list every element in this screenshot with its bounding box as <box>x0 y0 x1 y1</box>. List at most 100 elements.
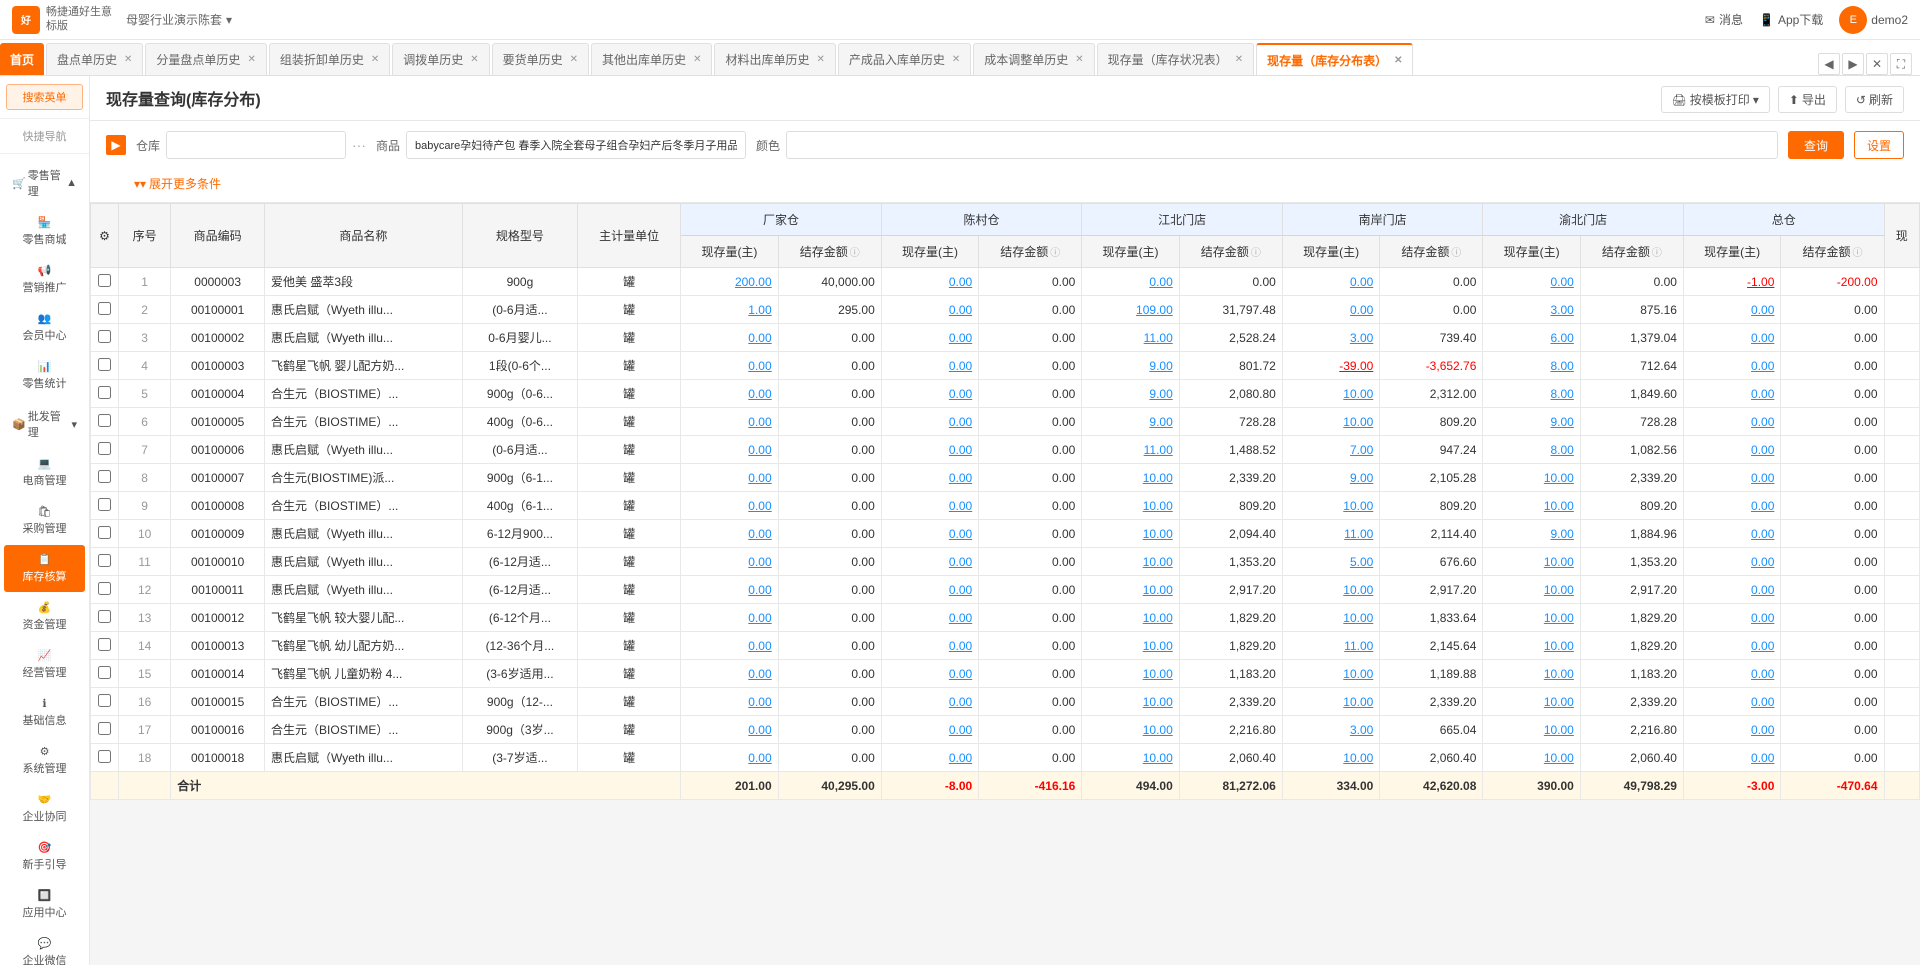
table-wrapper[interactable]: ⚙ 序号 商品编码 商品名称 规格型号 主计量单位 厂家仓 陈村仓 江北门店 南… <box>90 203 1920 800</box>
goods-input[interactable] <box>406 131 746 159</box>
search-english-btn[interactable]: 搜索英单 <box>6 84 83 110</box>
cell-chencu-qty[interactable]: 0.00 <box>881 744 978 772</box>
cell-chencu-qty[interactable]: 0.00 <box>881 268 978 296</box>
cell-nanan-qty[interactable]: -39.00 <box>1282 352 1379 380</box>
cell-changjia-qty[interactable]: 0.00 <box>681 436 778 464</box>
cell-check[interactable] <box>91 548 119 576</box>
cell-nanan-qty[interactable]: 3.00 <box>1282 324 1379 352</box>
collapse-arrow[interactable]: ▶ <box>106 135 126 155</box>
cell-changjia-qty[interactable]: 0.00 <box>681 464 778 492</box>
cell-yubei-qty[interactable]: 10.00 <box>1483 744 1580 772</box>
cell-chencu-qty[interactable]: 0.00 <box>881 324 978 352</box>
cell-yubei-qty[interactable]: 9.00 <box>1483 408 1580 436</box>
cell-nanan-qty[interactable]: 0.00 <box>1282 296 1379 324</box>
cell-check[interactable] <box>91 632 119 660</box>
sidebar-item-basic-info[interactable]: ℹ基础信息 <box>4 689 85 736</box>
sidebar-item-weixin[interactable]: 💬企业微信 <box>4 929 85 965</box>
cell-chencu-qty[interactable]: 0.00 <box>881 688 978 716</box>
tab-fenpandian[interactable]: 分量盘点单历史 ✕ <box>145 43 266 75</box>
cell-zongcang-qty[interactable]: 0.00 <box>1683 520 1780 548</box>
tab-home[interactable]: 首页 <box>0 43 44 75</box>
tab-pandian[interactable]: 盘点单历史 ✕ <box>46 43 143 75</box>
cell-zongcang-qty[interactable]: 0.00 <box>1683 548 1780 576</box>
cell-check[interactable] <box>91 716 119 744</box>
cell-changjia-qty[interactable]: 0.00 <box>681 576 778 604</box>
info-icon[interactable]: ⓘ <box>850 248 860 259</box>
cell-chencu-qty[interactable]: 0.00 <box>881 604 978 632</box>
cell-yubei-qty[interactable]: 6.00 <box>1483 324 1580 352</box>
cell-zongcang-qty[interactable]: 0.00 <box>1683 660 1780 688</box>
cell-check[interactable] <box>91 576 119 604</box>
tab-close-icon[interactable]: ✕ <box>247 54 255 65</box>
tab-chanchengru[interactable]: 产成品入库单历史 ✕ <box>838 43 971 75</box>
sidebar-item-inventory[interactable]: 📋库存核算 <box>4 545 85 592</box>
cell-jiangbei-qty[interactable]: 10.00 <box>1082 688 1179 716</box>
cell-check[interactable] <box>91 744 119 772</box>
settings-btn[interactable]: 设置 <box>1854 131 1904 159</box>
tab-close-icon[interactable]: ✕ <box>570 54 578 65</box>
export-btn[interactable]: ⬆ 导出 <box>1778 86 1837 113</box>
query-btn[interactable]: 查询 <box>1788 131 1844 159</box>
cell-zongcang-qty[interactable]: 0.00 <box>1683 324 1780 352</box>
sidebar-item-retail-stats[interactable]: 📊零售统计 <box>4 352 85 399</box>
cell-nanan-qty[interactable]: 9.00 <box>1282 464 1379 492</box>
cell-jiangbei-qty[interactable]: 11.00 <box>1082 436 1179 464</box>
cell-nanan-qty[interactable]: 11.00 <box>1282 520 1379 548</box>
cell-zongcang-qty[interactable]: 0.00 <box>1683 576 1780 604</box>
sidebar-item-operation[interactable]: 📈经营管理 <box>4 641 85 688</box>
cell-chencu-qty[interactable]: 0.00 <box>881 408 978 436</box>
cell-zongcang-qty[interactable]: 0.00 <box>1683 744 1780 772</box>
info-icon[interactable]: ⓘ <box>1451 248 1461 259</box>
cell-check[interactable] <box>91 604 119 632</box>
cell-changjia-qty[interactable]: 0.00 <box>681 548 778 576</box>
cell-changjia-qty[interactable]: 0.00 <box>681 492 778 520</box>
tab-close-icon[interactable]: ✕ <box>816 54 824 65</box>
info-icon[interactable]: ⓘ <box>1050 248 1060 259</box>
sidebar-item-member[interactable]: 👥会员中心 <box>4 304 85 351</box>
cell-jiangbei-qty[interactable]: 10.00 <box>1082 492 1179 520</box>
col-settings-header[interactable]: ⚙ <box>91 204 119 268</box>
tab-close-icon[interactable]: ✕ <box>1394 55 1402 66</box>
sidebar-item-retail-mgmt[interactable]: 🛒零售管理▲ <box>4 159 85 207</box>
cell-chencu-qty[interactable]: 0.00 <box>881 296 978 324</box>
sidebar-item-guide[interactable]: 🎯新手引导 <box>4 833 85 880</box>
cell-yubei-qty[interactable]: 8.00 <box>1483 380 1580 408</box>
cell-check[interactable] <box>91 492 119 520</box>
cell-nanan-qty[interactable]: 10.00 <box>1282 604 1379 632</box>
cell-check[interactable] <box>91 380 119 408</box>
cell-yubei-qty[interactable]: 10.00 <box>1483 688 1580 716</box>
cell-chencu-qty[interactable]: 0.00 <box>881 548 978 576</box>
info-icon[interactable]: ⓘ <box>1852 248 1862 259</box>
tabs-next-btn[interactable]: ▶ <box>1842 53 1864 75</box>
cell-nanan-qty[interactable]: 11.00 <box>1282 632 1379 660</box>
cell-zongcang-qty[interactable]: 0.00 <box>1683 408 1780 436</box>
tab-xiancun2[interactable]: 现存量（库存分布表） ✕ <box>1256 43 1413 75</box>
cell-check[interactable] <box>91 408 119 436</box>
sidebar-item-system[interactable]: ⚙系统管理 <box>4 737 85 784</box>
cell-yubei-qty[interactable]: 3.00 <box>1483 296 1580 324</box>
cell-nanan-qty[interactable]: 3.00 <box>1282 716 1379 744</box>
cell-chencu-qty[interactable]: 0.00 <box>881 632 978 660</box>
tab-diaopo[interactable]: 调拨单历史 ✕ <box>392 43 489 75</box>
cell-changjia-qty[interactable]: 0.00 <box>681 688 778 716</box>
cell-jiangbei-qty[interactable]: 9.00 <box>1082 352 1179 380</box>
cell-zongcang-qty[interactable]: 0.00 <box>1683 352 1780 380</box>
cell-chencu-qty[interactable]: 0.00 <box>881 464 978 492</box>
cell-jiangbei-qty[interactable]: 9.00 <box>1082 380 1179 408</box>
cell-changjia-qty[interactable]: 0.00 <box>681 408 778 436</box>
cell-chencu-qty[interactable]: 0.00 <box>881 492 978 520</box>
sidebar-item-app-center[interactable]: 🔲应用中心 <box>4 881 85 928</box>
sidebar-item-finance[interactable]: 💰资金管理 <box>4 593 85 640</box>
cell-nanan-qty[interactable]: 10.00 <box>1282 576 1379 604</box>
cell-nanan-qty[interactable]: 10.00 <box>1282 492 1379 520</box>
cell-jiangbei-qty[interactable]: 10.00 <box>1082 548 1179 576</box>
tab-close-icon[interactable]: ✕ <box>1235 54 1243 65</box>
cell-changjia-qty[interactable]: 0.00 <box>681 520 778 548</box>
cell-check[interactable] <box>91 436 119 464</box>
cell-changjia-qty[interactable]: 1.00 <box>681 296 778 324</box>
cell-yubei-qty[interactable]: 10.00 <box>1483 716 1580 744</box>
cell-chencu-qty[interactable]: 0.00 <box>881 576 978 604</box>
cell-nanan-qty[interactable]: 10.00 <box>1282 408 1379 436</box>
cell-yubei-qty[interactable]: 9.00 <box>1483 520 1580 548</box>
cell-jiangbei-qty[interactable]: 10.00 <box>1082 576 1179 604</box>
